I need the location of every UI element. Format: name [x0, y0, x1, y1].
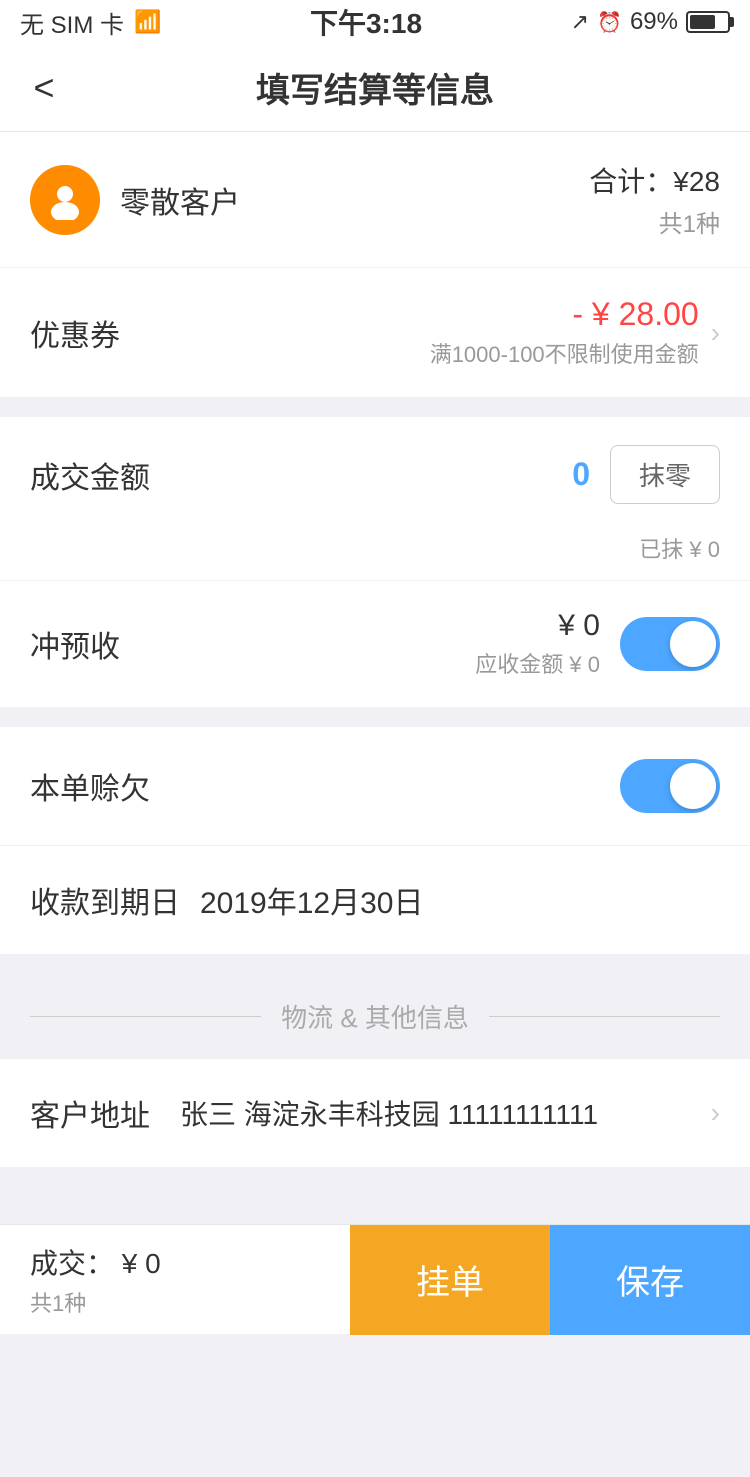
- battery-percent: 69%: [630, 8, 678, 36]
- total-amount: 合计：¥28: [589, 160, 720, 200]
- duedate-value: 2019年12月30日: [200, 878, 423, 922]
- precollect-right: ¥ 0 应收金额 ¥ 0: [475, 609, 720, 679]
- duedate-label: 收款到期日: [30, 878, 180, 922]
- debt-toggle-knob: [670, 763, 716, 809]
- logistics-divider-line: 物流 & 其他信息: [30, 998, 720, 1035]
- page-title: 填写结算等信息: [256, 63, 494, 112]
- hang-button[interactable]: 挂单: [350, 1225, 550, 1335]
- bottom-deal-value: ¥ 0: [122, 1248, 161, 1279]
- address-chevron-icon: ›: [711, 1097, 720, 1129]
- address-value: 张三 海淀永丰科技园 11111111111: [180, 1093, 711, 1133]
- debt-row: 本单赊欠: [0, 727, 750, 845]
- round-button[interactable]: 抹零: [610, 445, 720, 504]
- chevron-right-icon: ›: [711, 317, 720, 349]
- status-right: 69%: [571, 8, 730, 36]
- coupon-info: - ¥ 28.00 满1000-100不限制使用金额: [430, 296, 699, 369]
- logistics-section-header: 物流 & 其他信息: [0, 974, 750, 1059]
- customer-left: 零散客户: [30, 165, 240, 235]
- bottom-info: 成交： ¥ 0 共1种: [0, 1242, 350, 1318]
- coupon-description: 满1000-100不限制使用金额: [430, 337, 699, 369]
- bottom-count: 共1种: [30, 1286, 320, 1318]
- status-bar: 无 SIM 卡 下午3:18 69%: [0, 0, 750, 44]
- alarm-icon: [597, 8, 622, 36]
- customer-row: 零散客户 合计：¥28 共1种: [0, 132, 750, 267]
- bottom-bar: 成交： ¥ 0 共1种 挂单 保存: [0, 1224, 750, 1334]
- logistics-label: 物流 & 其他信息: [281, 998, 469, 1035]
- discount-amount: - ¥ 28.00: [430, 296, 699, 333]
- item-count: 共1种: [589, 204, 720, 239]
- customer-section: 零散客户 合计：¥28 共1种 优惠券 - ¥ 28.00 满1000-100不…: [0, 132, 750, 397]
- bottom-deal-amount: 成交： ¥ 0: [30, 1242, 320, 1282]
- wifi-icon: [134, 8, 161, 36]
- coupon-label: 优惠券: [30, 311, 120, 355]
- precollect-sub-amount: 应收金额 ¥ 0: [475, 647, 600, 679]
- address-label: 客户地址: [30, 1091, 150, 1135]
- back-button[interactable]: <: [0, 44, 88, 132]
- transaction-amount[interactable]: 0: [550, 456, 590, 493]
- debt-label: 本单赊欠: [30, 764, 150, 808]
- toggle-knob: [670, 621, 716, 667]
- battery-icon: [686, 11, 730, 33]
- customer-name: 零散客户: [120, 178, 240, 222]
- transaction-label: 成交金额: [30, 453, 150, 497]
- navigation-icon: [571, 8, 589, 36]
- debt-toggle[interactable]: [620, 759, 720, 813]
- precollect-main-amount: ¥ 0: [475, 609, 600, 643]
- precollect-row: 冲预收 ¥ 0 应收金额 ¥ 0: [0, 580, 750, 707]
- avatar: [30, 165, 100, 235]
- status-time: 下午3:18: [310, 2, 422, 42]
- divider-3: [0, 954, 750, 974]
- divider-2: [0, 707, 750, 727]
- customer-right: 合计：¥28 共1种: [589, 160, 720, 239]
- save-button[interactable]: 保存: [550, 1225, 750, 1335]
- status-left: 无 SIM 卡: [20, 5, 161, 40]
- coupon-right: - ¥ 28.00 满1000-100不限制使用金额 ›: [430, 296, 720, 369]
- debt-section: 本单赊欠 收款到期日 2019年12月30日: [0, 727, 750, 954]
- transaction-row: 成交金额 0 抹零: [0, 417, 750, 532]
- bottom-deal-label: 成交：: [30, 1248, 114, 1279]
- nav-bar: < 填写结算等信息: [0, 44, 750, 132]
- precollect-amounts: ¥ 0 应收金额 ¥ 0: [475, 609, 600, 679]
- divider-1: [0, 397, 750, 417]
- transaction-right: 0 抹零: [550, 445, 720, 504]
- precollect-label: 冲预收: [30, 622, 120, 666]
- duedate-row[interactable]: 收款到期日 2019年12月30日: [0, 845, 750, 954]
- sim-text: 无 SIM 卡: [20, 5, 124, 40]
- address-row[interactable]: 客户地址 张三 海淀永丰科技园 11111111111 ›: [0, 1059, 750, 1167]
- transaction-sub-text: 已抹 ¥ 0: [0, 532, 750, 580]
- precollect-toggle[interactable]: [620, 617, 720, 671]
- address-section: 客户地址 张三 海淀永丰科技园 11111111111 ›: [0, 1059, 750, 1167]
- battery-fill: [690, 15, 715, 29]
- coupon-row[interactable]: 优惠券 - ¥ 28.00 满1000-100不限制使用金额 ›: [0, 267, 750, 397]
- transaction-section: 成交金额 0 抹零 已抹 ¥ 0 冲预收 ¥ 0 应收金额 ¥ 0: [0, 417, 750, 707]
